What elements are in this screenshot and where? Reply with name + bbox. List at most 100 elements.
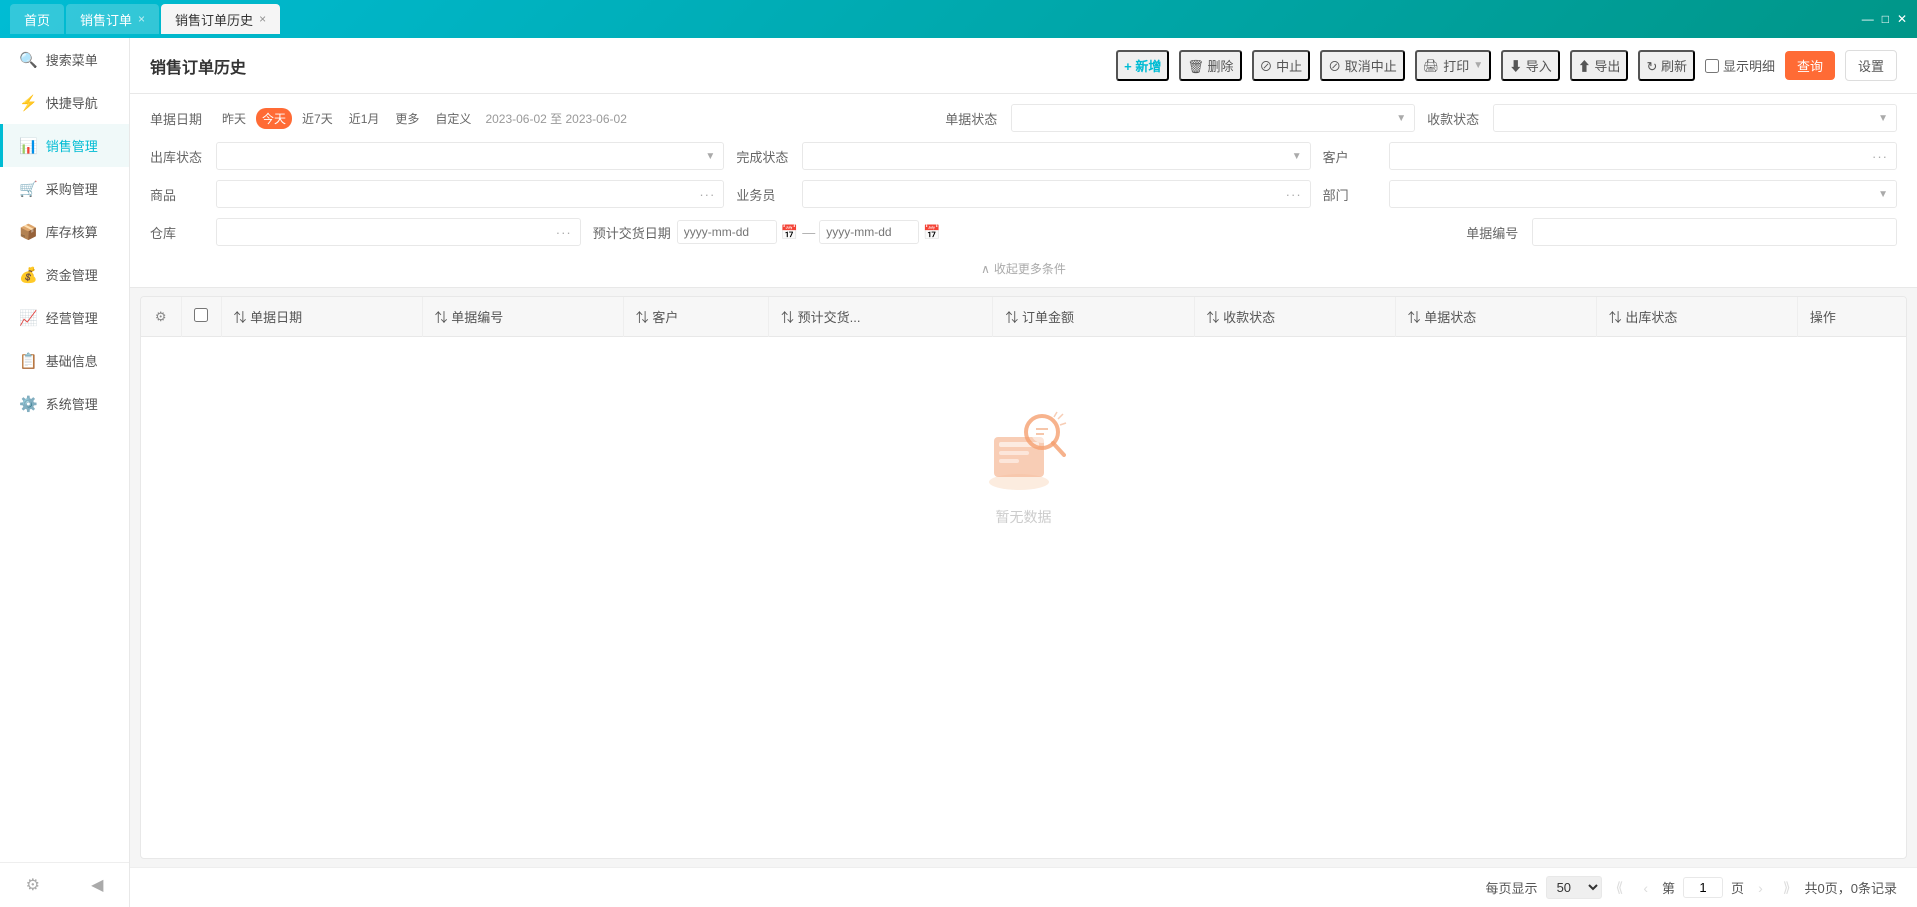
filter-row-4: 仓库 ··· 预计交货日期 📅 — 📅 [150,218,1897,246]
sidebar-item-5[interactable]: 💰 资金管理 [0,253,129,296]
sidebar-item-8[interactable]: ⚙️ 系统管理 [0,382,129,425]
filter-payment-label: 收款状态 [1427,109,1487,128]
th-checkbox [181,297,221,337]
date-custom[interactable]: 自定义 [429,108,477,129]
sidebar-icon-1: ⚡ [19,94,38,112]
sidebar-label-4: 库存核算 [46,222,98,241]
sidebar-settings-btn[interactable]: ⚙ [18,871,48,899]
new-button[interactable]: + 新增 [1116,50,1169,81]
sidebar-item-0[interactable]: 🔍 搜索菜单 [0,38,129,81]
th-amount: ⇅ 订单金额 [993,297,1194,337]
page-suffix-label: 页 [1731,878,1744,897]
filter-warehouse: 仓库 ··· [150,218,581,246]
th-warehouse-status: ⇅ 出库状态 [1596,297,1797,337]
print-button[interactable]: 🖨 🖨 打印 打印 ▼ [1415,50,1491,81]
filter-doc-number: 单据编号 [1466,218,1897,246]
date-today[interactable]: 今天 [256,108,292,129]
window-minimize-btn[interactable]: — [1862,12,1874,26]
empty-illustration [964,397,1084,497]
goods-input[interactable]: ··· [216,180,724,208]
sidebar-label-7: 基础信息 [46,351,98,370]
import-button[interactable]: ⬇ 导入 [1501,50,1560,81]
last-page-btn[interactable]: ⟫ [1777,877,1797,898]
doc-status-select[interactable]: ▼ [1011,104,1415,132]
expected-date-from[interactable] [677,220,777,244]
sidebar-label-2: 销售管理 [46,136,98,155]
main-layout: 🔍 搜索菜单 ⚡ 快捷导航 📊 销售管理 🛒 采购管理 📦 库存核算 💰 资金管… [0,38,1917,907]
calendar-from-icon[interactable]: 📅 [781,224,798,241]
data-table: ⚙ ⇅ 单据日期 ⇅ 单据编号 ⇅ 客户 [141,297,1906,337]
date-yesterday[interactable]: 昨天 [216,108,252,129]
payment-status-select[interactable]: ▼ [1493,104,1897,132]
sidebar-collapse-btn[interactable]: ◀ [83,871,111,899]
tab-0[interactable]: 首页 [10,4,64,34]
date-more[interactable]: 更多 [389,108,425,129]
sidebar-icon-8: ⚙️ [19,395,38,413]
filter-salesperson-label: 业务员 [736,185,796,204]
prev-page-btn[interactable]: ‹ [1637,878,1654,898]
page-number-input[interactable] [1683,877,1723,898]
filter-warehouse-status: 出库状态 ▼ [150,142,724,170]
department-arrow: ▼ [1878,189,1888,200]
salesperson-dots: ··· [1286,187,1302,202]
tab-close-2[interactable]: × [259,12,266,26]
tab-1[interactable]: 销售订单× [66,4,159,34]
query-button[interactable]: 查询 [1785,51,1835,80]
collapse-more-btn[interactable]: ∧ 收起更多条件 [150,256,1897,277]
th-customer: ⇅ 客户 [623,297,768,337]
export-button[interactable]: ⬆ 导出 [1570,50,1629,81]
sidebar-icon-2: 📊 [19,137,38,155]
window-close-btn[interactable]: ✕ [1897,12,1907,26]
settings-button[interactable]: 设置 [1845,50,1897,81]
first-page-btn[interactable]: ⟪ [1610,877,1630,898]
complete-status-select[interactable]: ▼ [802,142,1310,170]
warehouse-status-select[interactable]: ▼ [216,142,724,170]
filter-row-2: 出库状态 ▼ 完成状态 ▼ 客户 [150,142,1897,170]
filter-warehouse-status-label: 出库状态 [150,147,210,166]
sidebar-label-0: 搜索菜单 [46,50,98,69]
sidebar-icon-6: 📈 [19,309,38,327]
customer-input[interactable]: ··· [1389,142,1897,170]
table-container: ⚙ ⇅ 单据日期 ⇅ 单据编号 ⇅ 客户 [140,296,1907,859]
sidebar-item-4[interactable]: 📦 库存核算 [0,210,129,253]
sidebar-item-7[interactable]: 📋 基础信息 [0,339,129,382]
refresh-button[interactable]: ↻ 刷新 [1638,50,1695,81]
sidebar-item-3[interactable]: 🛒 采购管理 [0,167,129,210]
sidebar-item-6[interactable]: 📈 经营管理 [0,296,129,339]
per-page-label: 每页显示 [1486,878,1538,897]
filter-customer: 客户 ··· [1323,142,1897,170]
warehouse-input[interactable]: ··· [216,218,581,246]
salesperson-input[interactable]: ··· [802,180,1310,208]
date-7days[interactable]: 近7天 [296,108,339,129]
window-maximize-btn[interactable]: □ [1882,12,1889,26]
table-footer: 每页显示 50 10 20 100 ⟪ ‹ 第 页 › ⟫ 共0页，0条记录 [130,867,1917,907]
delete-button[interactable]: 🗑 删除 [1179,50,1241,81]
empty-text: 暂无数据 [996,507,1052,527]
th-number: ⇅ 单据编号 [422,297,623,337]
stop-button[interactable]: ⊘ 中止 [1252,50,1311,81]
select-all-checkbox[interactable] [194,308,208,322]
tab-close-1[interactable]: × [138,12,145,26]
date-1month[interactable]: 近1月 [343,108,386,129]
cancel-stop-button[interactable]: ⊘ 取消中止 [1320,50,1405,81]
doc-number-input[interactable] [1532,218,1897,246]
display-toggle-checkbox[interactable] [1705,59,1719,73]
display-toggle-label[interactable]: 显示明细 [1705,56,1775,75]
filter-goods-label: 商品 [150,185,210,204]
department-select[interactable]: ▼ [1389,180,1897,208]
per-page-select[interactable]: 50 10 20 100 [1546,876,1602,899]
tabs-container: 首页销售订单×销售订单历史× [10,4,280,34]
sidebar-item-1[interactable]: ⚡ 快捷导航 [0,81,129,124]
table-settings-icon[interactable]: ⚙ [155,309,167,324]
sidebar-item-2[interactable]: 📊 销售管理 [0,124,129,167]
warehouse-status-arrow: ▼ [705,151,715,162]
top-bar: 首页销售订单×销售订单历史× — □ ✕ [0,0,1917,38]
sidebar-icon-5: 💰 [19,266,38,284]
expected-date-to[interactable] [819,220,919,244]
next-page-btn[interactable]: › [1752,878,1769,898]
calendar-to-icon[interactable]: 📅 [923,224,940,241]
tab-2[interactable]: 销售订单历史× [161,4,280,34]
filter-salesperson: 业务员 ··· [736,180,1310,208]
th-doc-status: ⇅ 单据状态 [1395,297,1596,337]
th-date: ⇅ 单据日期 [221,297,422,337]
